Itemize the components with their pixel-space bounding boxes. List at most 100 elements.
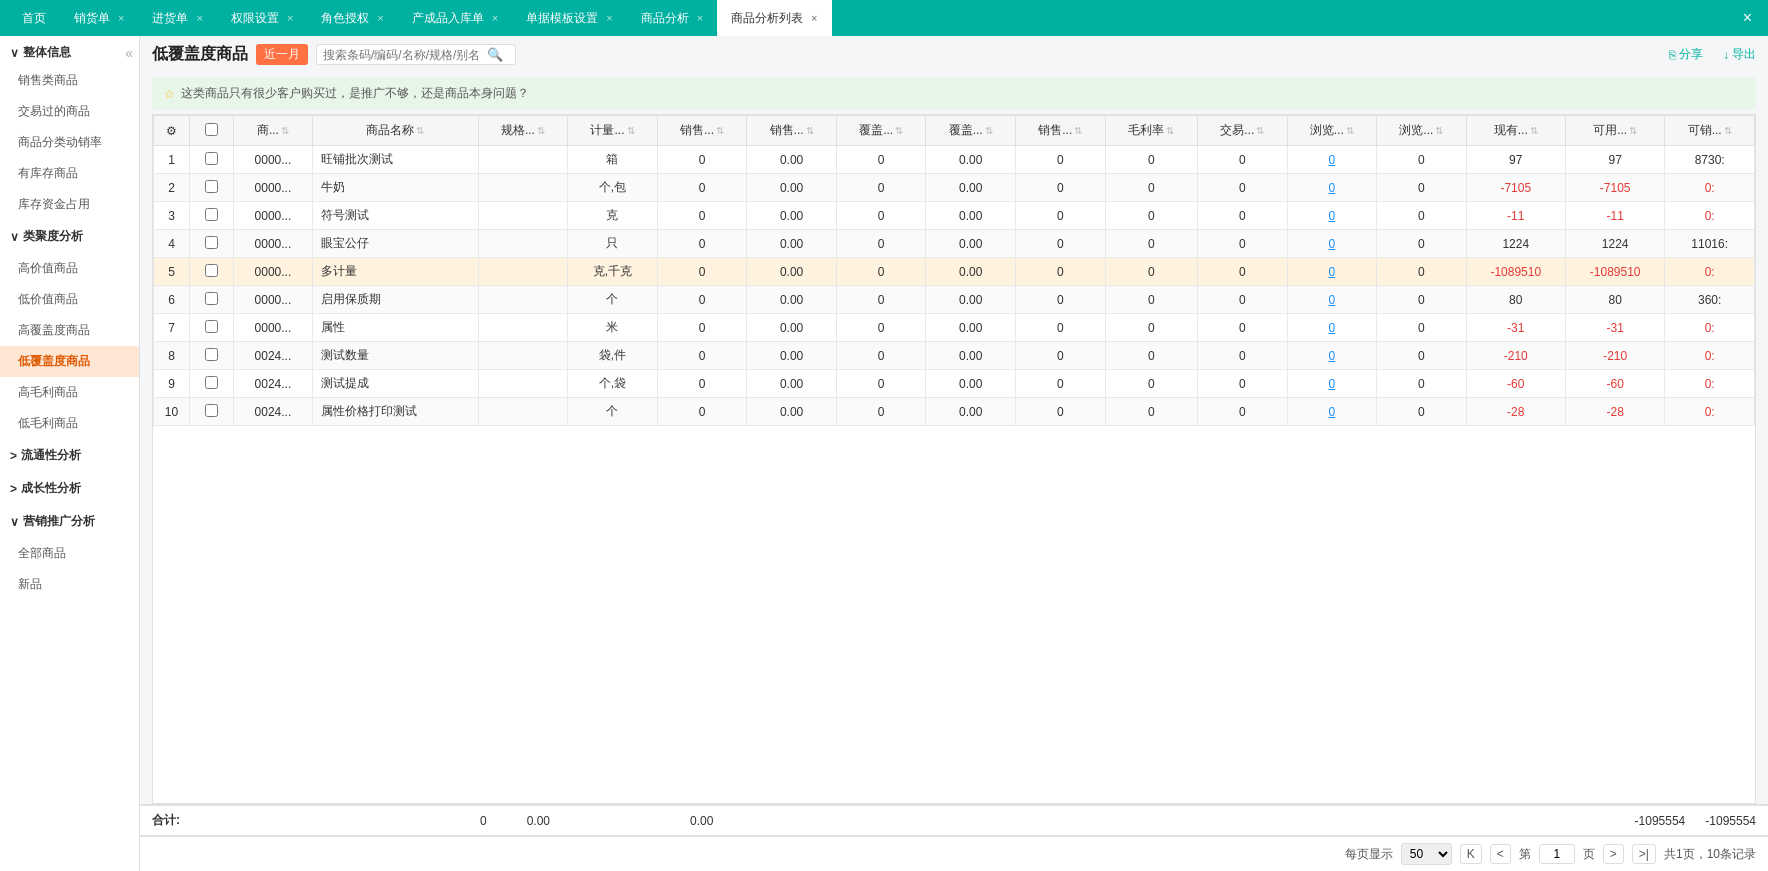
nav-tab-inventory-close[interactable]: × xyxy=(492,12,498,24)
row-checkbox[interactable] xyxy=(205,208,218,221)
nav-tab-purchase[interactable]: 进货单 × xyxy=(138,0,216,36)
sidebar-item-交易过的商品[interactable]: 交易过的商品 xyxy=(0,96,139,127)
period-button[interactable]: 近一月 xyxy=(256,44,308,65)
row-checkbox[interactable] xyxy=(205,180,218,193)
cell-browse1[interactable]: 0 xyxy=(1287,174,1377,202)
nav-tab-sales-close[interactable]: × xyxy=(118,12,124,24)
sidebar-item-低毛利商品[interactable]: 低毛利商品 xyxy=(0,408,139,439)
sidebar-collapse-icon[interactable]: « xyxy=(125,45,133,61)
row-checkbox[interactable] xyxy=(205,264,218,277)
th-code[interactable]: 商...⇅ xyxy=(234,116,313,146)
th-current-stock[interactable]: 现有...⇅ xyxy=(1466,116,1565,146)
export-button[interactable]: ↓ 导出 xyxy=(1723,46,1756,63)
cell-browse1[interactable]: 0 xyxy=(1287,286,1377,314)
cell-checkbox[interactable] xyxy=(190,342,234,370)
th-cover1[interactable]: 覆盖...⇅ xyxy=(836,116,926,146)
cell-checkbox[interactable] xyxy=(190,174,234,202)
nav-tab-templates[interactable]: 单据模板设置 × xyxy=(512,0,626,36)
cell-browse1[interactable]: 0 xyxy=(1287,230,1377,258)
nav-tab-roles[interactable]: 角色授权 × xyxy=(307,0,397,36)
nav-tab-purchase-close[interactable]: × xyxy=(196,12,202,24)
nav-tab-analysis-list-close[interactable]: × xyxy=(811,12,817,24)
cell-browse1[interactable]: 0 xyxy=(1287,370,1377,398)
cell-browse1[interactable]: 0 xyxy=(1287,398,1377,426)
first-page-button[interactable]: K xyxy=(1460,844,1482,864)
th-sales3[interactable]: 销售...⇅ xyxy=(1015,116,1105,146)
nav-tab-permissions-close[interactable]: × xyxy=(287,12,293,24)
th-checkbox[interactable] xyxy=(190,116,234,146)
sidebar-section-类聚度分析[interactable]: ∨ 类聚度分析 xyxy=(0,220,139,253)
sidebar-section-流通性分析[interactable]: > 流通性分析 xyxy=(0,439,139,472)
sidebar-section-营销推广分析[interactable]: ∨ 营销推广分析 xyxy=(0,505,139,538)
row-checkbox[interactable] xyxy=(205,152,218,165)
nav-tab-analysis[interactable]: 商品分析 × xyxy=(627,0,717,36)
nav-tab-permissions[interactable]: 权限设置 × xyxy=(217,0,307,36)
cell-saleable: 0: xyxy=(1665,342,1755,370)
th-available[interactable]: 可用...⇅ xyxy=(1565,116,1664,146)
row-checkbox[interactable] xyxy=(205,348,218,361)
sidebar-item-低覆盖度商品[interactable]: 低覆盖度商品 xyxy=(0,346,139,377)
cell-checkbox[interactable] xyxy=(190,202,234,230)
cell-checkbox[interactable] xyxy=(190,258,234,286)
th-cover2[interactable]: 覆盖...⇅ xyxy=(926,116,1016,146)
share-button[interactable]: ⎘ 分享 xyxy=(1669,46,1703,63)
cell-checkbox[interactable] xyxy=(190,370,234,398)
close-all-button[interactable]: × xyxy=(1735,9,1760,27)
th-spec[interactable]: 规格...⇅ xyxy=(478,116,568,146)
nav-tab-templates-close[interactable]: × xyxy=(606,12,612,24)
th-sales-amt[interactable]: 销售...⇅ xyxy=(747,116,837,146)
sidebar-item-高覆盖度商品[interactable]: 高覆盖度商品 xyxy=(0,315,139,346)
sidebar-item-全部商品[interactable]: 全部商品 xyxy=(0,538,139,569)
row-checkbox[interactable] xyxy=(205,292,218,305)
cell-checkbox[interactable] xyxy=(190,398,234,426)
sidebar-item-低价值商品[interactable]: 低价值商品 xyxy=(0,284,139,315)
th-name[interactable]: 商品名称⇅ xyxy=(312,116,478,146)
sidebar-section-成长性分析[interactable]: > 成长性分析 xyxy=(0,472,139,505)
nav-tab-inventory[interactable]: 产成品入库单 × xyxy=(398,0,512,36)
last-page-button[interactable]: >| xyxy=(1632,844,1656,864)
th-browse1[interactable]: 浏览...⇅ xyxy=(1287,116,1377,146)
data-table: ⚙ 商...⇅ 商品名称⇅ 规格...⇅ 计量...⇅ 销售...⇅ 销售...… xyxy=(153,115,1755,426)
th-saleable[interactable]: 可销...⇅ xyxy=(1665,116,1755,146)
cell-browse1[interactable]: 0 xyxy=(1287,258,1377,286)
sidebar-item-商品分类动销率[interactable]: 商品分类动销率 xyxy=(0,127,139,158)
sidebar-item-库存资金占用[interactable]: 库存资金占用 xyxy=(0,189,139,220)
sidebar-item-高价值商品[interactable]: 高价值商品 xyxy=(0,253,139,284)
cell-checkbox[interactable] xyxy=(190,314,234,342)
row-checkbox[interactable] xyxy=(205,376,218,389)
th-unit[interactable]: 计量...⇅ xyxy=(568,116,658,146)
next-page-button[interactable]: > xyxy=(1603,844,1624,864)
cell-browse1[interactable]: 0 xyxy=(1287,342,1377,370)
sidebar-item-高毛利商品[interactable]: 高毛利商品 xyxy=(0,377,139,408)
cell-checkbox[interactable] xyxy=(190,286,234,314)
page-input[interactable] xyxy=(1539,844,1575,864)
row-checkbox[interactable] xyxy=(205,236,218,249)
th-browse2[interactable]: 浏览...⇅ xyxy=(1377,116,1467,146)
row-checkbox[interactable] xyxy=(205,404,218,417)
row-checkbox[interactable] xyxy=(205,320,218,333)
nav-tab-home[interactable]: 首页 xyxy=(8,0,60,36)
prev-page-button[interactable]: < xyxy=(1490,844,1511,864)
nav-tab-sales[interactable]: 销货单 × xyxy=(60,0,138,36)
cell-browse1[interactable]: 0 xyxy=(1287,314,1377,342)
page-size-select[interactable]: 50 20 100 xyxy=(1401,843,1452,865)
th-sales-qty[interactable]: 销售...⇅ xyxy=(657,116,747,146)
cell-spec xyxy=(478,258,568,286)
cell-checkbox[interactable] xyxy=(190,230,234,258)
cell-gross-rate: 0 xyxy=(1105,342,1197,370)
sidebar-item-有库存商品[interactable]: 有库存商品 xyxy=(0,158,139,189)
sidebar-section-整体信息[interactable]: ∨ 整体信息 xyxy=(10,44,125,61)
nav-tab-analysis-close[interactable]: × xyxy=(697,12,703,24)
th-trade[interactable]: 交易...⇅ xyxy=(1197,116,1287,146)
th-settings[interactable]: ⚙ xyxy=(154,116,190,146)
nav-tab-roles-close[interactable]: × xyxy=(377,12,383,24)
nav-tab-analysis-list[interactable]: 商品分析列表 × xyxy=(717,0,831,36)
sidebar-item-新品[interactable]: 新品 xyxy=(0,569,139,600)
select-all-checkbox[interactable] xyxy=(205,123,218,136)
cell-checkbox[interactable] xyxy=(190,146,234,174)
search-input[interactable] xyxy=(323,48,483,62)
cell-browse1[interactable]: 0 xyxy=(1287,202,1377,230)
cell-browse1[interactable]: 0 xyxy=(1287,146,1377,174)
sidebar-item-销售类商品[interactable]: 销售类商品 xyxy=(0,65,139,96)
th-gross-rate[interactable]: 毛利率⇅ xyxy=(1105,116,1197,146)
